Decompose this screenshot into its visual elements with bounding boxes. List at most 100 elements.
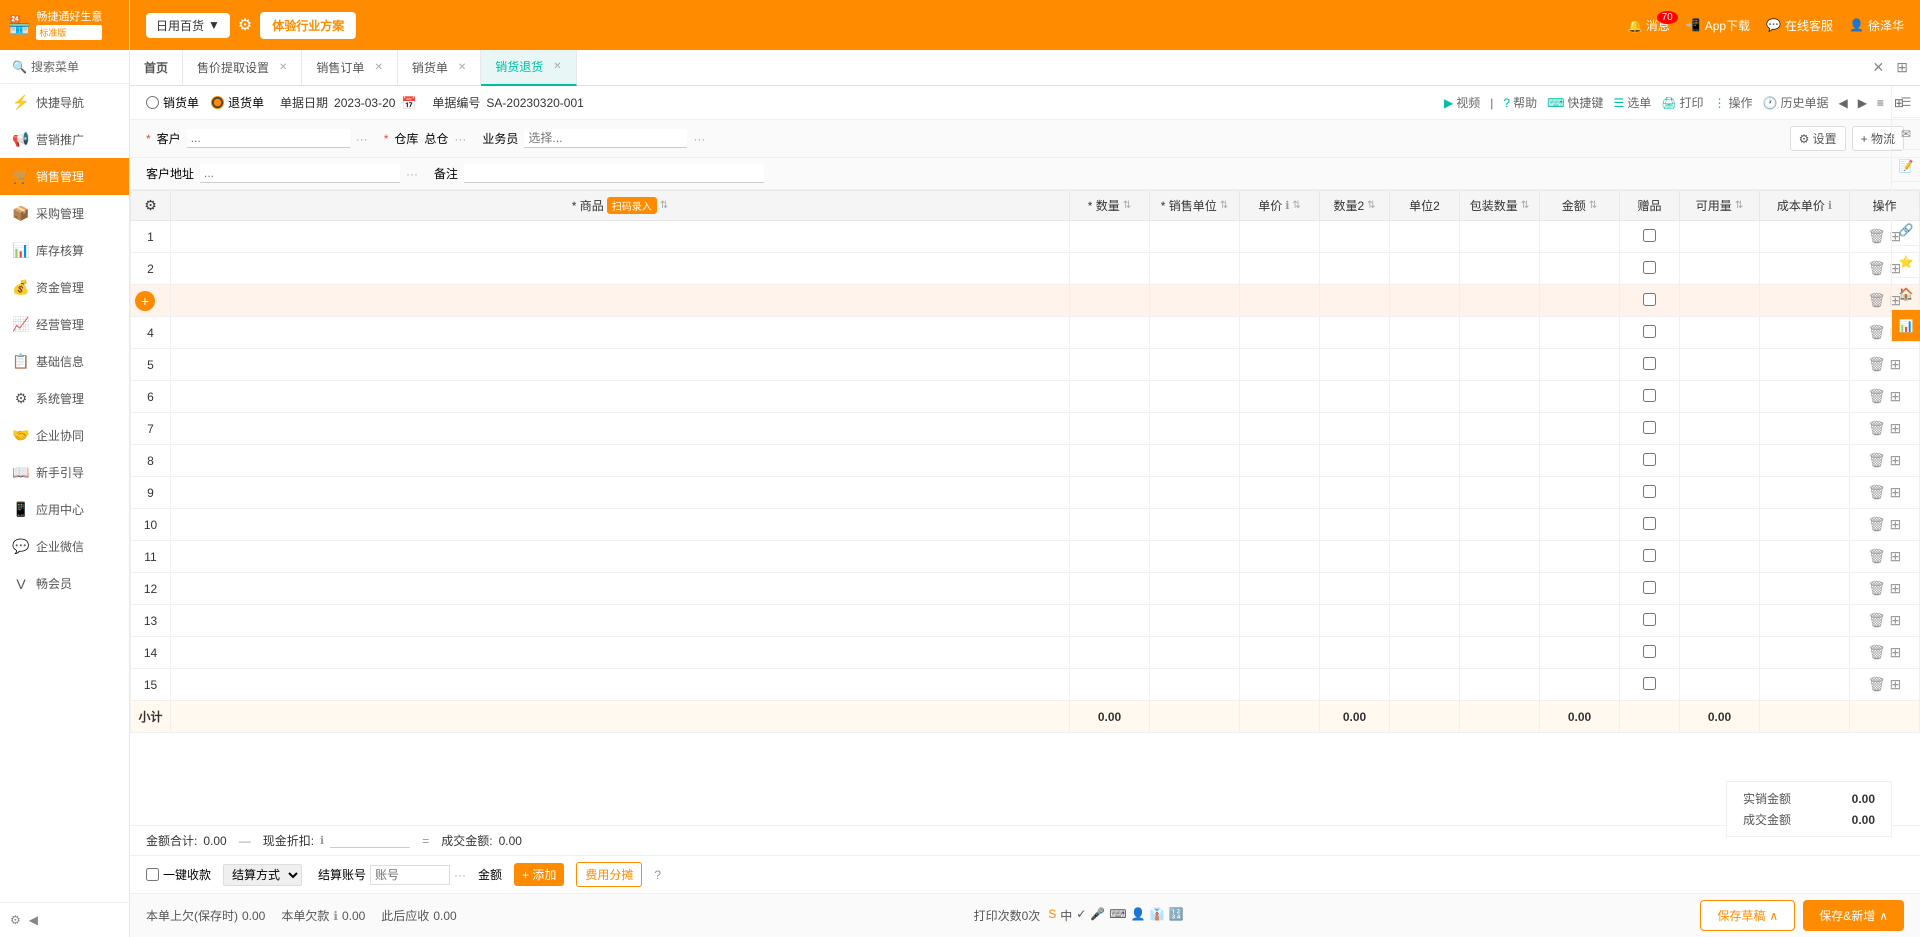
pkg-cell[interactable] [1460, 253, 1540, 285]
warehouse-dots[interactable]: ··· [454, 132, 466, 146]
product-cell[interactable] [171, 477, 1070, 509]
topbar-gear-icon[interactable]: ⚙ [238, 15, 252, 35]
unit2-cell[interactable] [1390, 413, 1460, 445]
gift-checkbox[interactable] [1643, 229, 1656, 242]
tab-sales-delivery[interactable]: 销货单 ✕ [398, 50, 481, 86]
unit-cell[interactable] [1150, 445, 1240, 477]
view-list-icon[interactable]: ≡ [1877, 96, 1884, 110]
tab-close-all-icon[interactable]: ✕ [1869, 57, 1889, 78]
pkg-cell[interactable] [1460, 573, 1540, 605]
tab-price-close[interactable]: ✕ [279, 62, 287, 73]
sidebar-item-wechat[interactable]: 💬 企业微信 [0, 528, 129, 565]
gift-checkbox[interactable] [1643, 645, 1656, 658]
unit-cell[interactable] [1150, 285, 1240, 317]
product-cell[interactable] [171, 349, 1070, 381]
pkg-cell[interactable] [1460, 285, 1540, 317]
qty2-cell[interactable] [1320, 317, 1390, 349]
qty-cell[interactable] [1070, 477, 1150, 509]
product-input[interactable] [175, 294, 1065, 308]
address-dots[interactable]: ··· [406, 167, 418, 181]
available-cell[interactable] [1680, 573, 1760, 605]
tab-sales-order[interactable]: 销售订单 ✕ [302, 50, 397, 86]
remark-input[interactable] [464, 164, 764, 183]
pkg-cell[interactable] [1460, 637, 1540, 669]
gift-checkbox[interactable] [1643, 517, 1656, 530]
amount-cell[interactable] [1540, 349, 1620, 381]
amount-cell[interactable] [1540, 669, 1620, 701]
price-cell[interactable] [1240, 317, 1320, 349]
gift-cell[interactable] [1620, 477, 1680, 509]
qty-cell[interactable] [1070, 605, 1150, 637]
gift-checkbox[interactable] [1643, 613, 1656, 626]
notification-bell[interactable]: 🔔 70 消息 [1627, 17, 1669, 34]
unit2-cell[interactable] [1390, 637, 1460, 669]
unit2-cell[interactable] [1390, 477, 1460, 509]
copy-row-btn[interactable]: ⊞ [1890, 356, 1902, 373]
delete-row-btn[interactable]: 🗑 [1868, 324, 1886, 341]
customer-input[interactable] [187, 129, 350, 148]
sidebar-item-system[interactable]: ⚙ 系统管理 [0, 380, 129, 417]
unit2-cell[interactable] [1390, 285, 1460, 317]
gift-checkbox[interactable] [1643, 549, 1656, 562]
unit2-cell[interactable] [1390, 669, 1460, 701]
action-select[interactable]: ☰ 选单 [1613, 94, 1651, 111]
app-download[interactable]: 📲 App下载 [1686, 17, 1750, 34]
sidebar-item-enterprise[interactable]: 🤝 企业协同 [0, 417, 129, 454]
radio-sales-delivery[interactable]: 销货单 [146, 94, 199, 111]
delete-row-btn[interactable]: 🗑 [1868, 548, 1886, 565]
add-payment-btn[interactable]: + 添加 [514, 863, 564, 886]
gift-cell[interactable] [1620, 285, 1680, 317]
amount-cell[interactable] [1540, 637, 1620, 669]
delete-row-btn[interactable]: 🗑 [1868, 452, 1886, 469]
price-cell[interactable] [1240, 285, 1320, 317]
unit-cell[interactable] [1150, 573, 1240, 605]
gift-cell[interactable] [1620, 669, 1680, 701]
copy-row-btn[interactable]: ⊞ [1890, 388, 1902, 405]
pkg-cell[interactable] [1460, 509, 1540, 541]
settings-icon[interactable]: ⚙ [10, 913, 21, 927]
qty2-cell[interactable] [1320, 669, 1390, 701]
delete-row-btn[interactable]: 🗑 [1868, 644, 1886, 661]
copy-row-btn[interactable]: ⊞ [1890, 676, 1902, 693]
pkg-cell[interactable] [1460, 317, 1540, 349]
unit2-cell[interactable] [1390, 381, 1460, 413]
qty2-cell[interactable] [1320, 349, 1390, 381]
one-click-payment-checkbox[interactable]: 一键收款 [146, 866, 211, 883]
tool5-icon[interactable]: 👤 [1131, 907, 1146, 924]
rq-btn-active[interactable]: 📊 [1892, 310, 1920, 342]
tool4-icon[interactable]: ⌨ [1109, 907, 1126, 924]
save-new-btn[interactable]: 保存&新增 ∧ [1803, 900, 1904, 931]
available-cell[interactable] [1680, 413, 1760, 445]
calendar-icon[interactable]: 📅 [401, 96, 416, 110]
account-input[interactable] [370, 865, 450, 885]
price-cell[interactable] [1240, 509, 1320, 541]
pkg-cell[interactable] [1460, 605, 1540, 637]
gift-cell[interactable] [1620, 349, 1680, 381]
unit-cell[interactable] [1150, 605, 1240, 637]
available-cell[interactable] [1680, 605, 1760, 637]
delete-row-btn[interactable]: 🗑 [1868, 676, 1886, 693]
product-cell[interactable] [171, 509, 1070, 541]
qty2-cell[interactable] [1320, 541, 1390, 573]
gift-cell[interactable] [1620, 317, 1680, 349]
delete-row-btn[interactable]: 🗑 [1868, 612, 1886, 629]
gift-cell[interactable] [1620, 381, 1680, 413]
unit2-cell[interactable] [1390, 509, 1460, 541]
price-cell[interactable] [1240, 637, 1320, 669]
qty-cell[interactable] [1070, 509, 1150, 541]
copy-row-btn[interactable]: ⊞ [1890, 580, 1902, 597]
available-cell[interactable] [1680, 221, 1760, 253]
qty-cell[interactable] [1070, 349, 1150, 381]
industry-dropdown[interactable]: 日用百货 ▼ [146, 13, 230, 38]
qty2-cell[interactable] [1320, 253, 1390, 285]
price-cell[interactable] [1240, 669, 1320, 701]
tool7-icon[interactable]: 🔢 [1169, 907, 1184, 924]
gift-cell[interactable] [1620, 221, 1680, 253]
unit-cell[interactable] [1150, 413, 1240, 445]
qty2-cell[interactable] [1320, 477, 1390, 509]
copy-row-btn[interactable]: ⊞ [1890, 548, 1902, 565]
sidebar-item-operations[interactable]: 📈 经营管理 [0, 306, 129, 343]
amount-cell[interactable] [1540, 573, 1620, 605]
qty2-cell[interactable] [1320, 285, 1390, 317]
product-cell[interactable] [171, 413, 1070, 445]
